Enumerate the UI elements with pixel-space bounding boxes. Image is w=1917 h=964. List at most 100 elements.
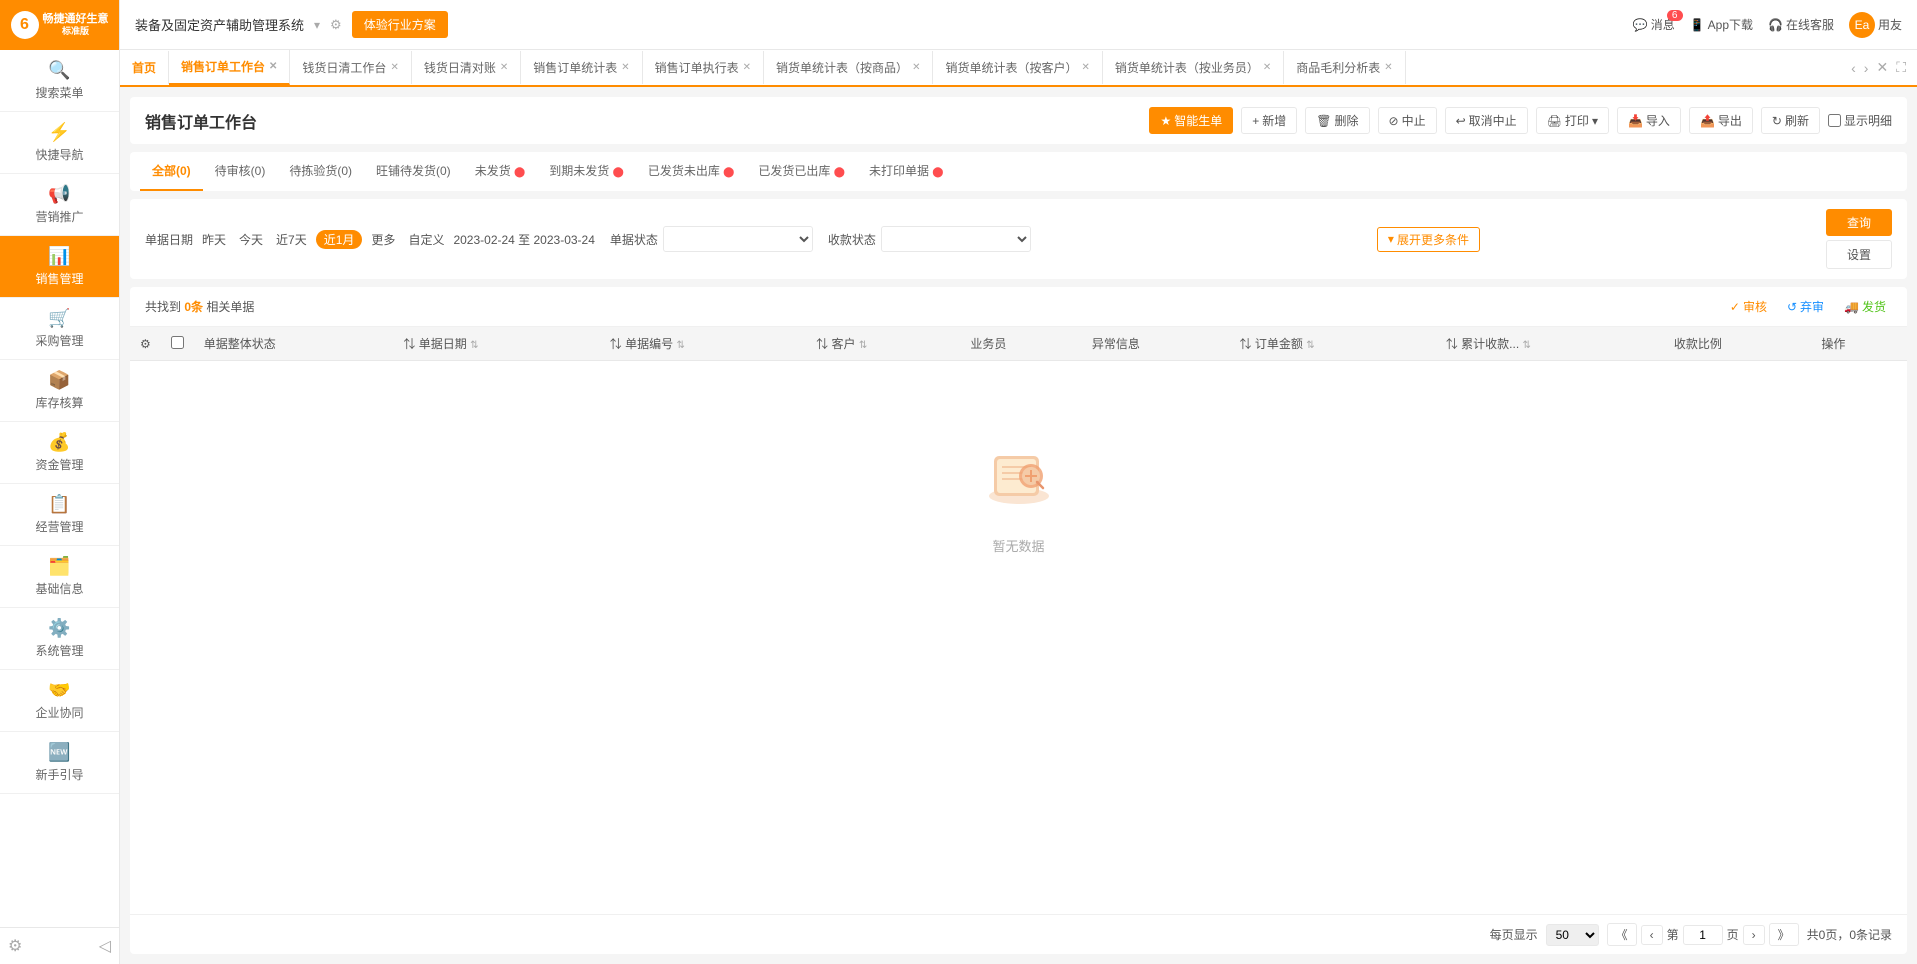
7days-shortcut[interactable]: 近7天 [272,229,311,250]
collapse-icon[interactable]: ◁ [99,936,111,956]
tab-sales-stats[interactable]: 销售订单统计表 ✕ [521,51,642,84]
tab-fullscreen-btn[interactable]: ⛶ [1893,56,1909,79]
th-number[interactable]: ⇅ 单据编号 [600,327,806,361]
today-shortcut[interactable]: 今天 [235,229,267,250]
close-tab-icon[interactable]: ✕ [912,62,920,73]
close-tab-icon[interactable]: ✕ [1081,62,1089,73]
print-btn[interactable]: 🖨 打印 ▾ [1536,107,1609,134]
query-btn[interactable]: 查询 [1826,209,1892,236]
tab-home[interactable]: 首页 [120,51,169,84]
close-tab-icon[interactable]: ✕ [1384,62,1392,73]
stop-btn[interactable]: ⊘ 中止 [1378,107,1437,134]
close-tab-icon[interactable]: ✕ [743,62,751,73]
review-btn[interactable]: ✓ 审核 [1724,295,1773,318]
sub-tab-shipped-not-out[interactable]: 已发货未出库 ⬤ [636,152,747,191]
sidebar-item-finance[interactable]: 💰 资金管理 [0,422,119,484]
th-accumulated[interactable]: ⇅ 累计收款... [1436,327,1664,361]
per-page-select[interactable]: 50 10 20 100 [1546,924,1599,946]
page-last-btn[interactable]: 》 [1769,923,1799,946]
tab-margin-analysis[interactable]: 商品毛利分析表 ✕ [1284,51,1405,84]
unreview-btn[interactable]: ↺ 弃审 [1781,295,1830,318]
tab-sales-summary-product[interactable]: 销货单统计表（按商品） ✕ [764,51,933,84]
sidebar-item-basic[interactable]: 🗂️ 基础信息 [0,546,119,608]
page-number-input[interactable] [1683,925,1723,945]
sidebar-item-guide[interactable]: 🆕 新手引导 [0,732,119,794]
print-dropdown-icon[interactable]: ▾ [1592,114,1598,128]
sidebar-item-collab[interactable]: 🤝 企业协同 [0,670,119,732]
sub-tab-not-shipped[interactable]: 未发货 ⬤ [463,152,538,191]
sidebar-item-marketing[interactable]: 📢 营销推广 [0,174,119,236]
close-tab-icon[interactable]: ✕ [1263,62,1271,73]
sidebar-item-system[interactable]: ⚙️ 系统管理 [0,608,119,670]
set-btn[interactable]: 设置 [1826,240,1892,269]
chart-icon: 📊 [48,246,70,267]
close-tab-icon[interactable]: ✕ [269,61,277,72]
refresh-btn[interactable]: ↻ 刷新 [1761,107,1820,134]
show-detail-checkbox[interactable]: 显示明细 [1828,112,1892,129]
close-tab-icon[interactable]: ✕ [621,62,629,73]
sidebar-item-search[interactable]: 🔍 搜索菜单 [0,50,119,112]
delete-btn[interactable]: 🗑 删除 [1305,107,1369,134]
tab-cash-daily[interactable]: 钱货日清工作台 ✕ [290,51,411,84]
sub-tab-all[interactable]: 全部(0) [140,152,203,191]
th-amount[interactable]: ⇅ 订单金额 [1229,327,1435,361]
tab-sales-summary-staff[interactable]: 销货单统计表（按业务员） ✕ [1103,51,1284,84]
trial-btn[interactable]: 体验行业方案 [352,11,448,38]
import-btn[interactable]: 📥 导入 [1617,107,1681,134]
cancel-stop-btn[interactable]: ↩ 取消中止 [1445,107,1528,134]
sub-tab-wangpu[interactable]: 旺铺待发货(0) [364,152,463,191]
export-btn[interactable]: 📤 导出 [1689,107,1753,134]
topbar-gear-icon[interactable]: ⚙ [330,17,342,33]
dropdown-arrow-icon[interactable]: ▾ [314,18,320,32]
status-filter-select[interactable] [663,226,813,252]
sidebar-item-label: 新手引导 [35,766,83,783]
detail-checkbox-input[interactable] [1828,114,1841,127]
sidebar-item-operations[interactable]: 📋 经营管理 [0,484,119,546]
sidebar-item-sales[interactable]: 📊 销售管理 [0,236,119,298]
ship-btn[interactable]: 🚚 发货 [1838,295,1892,318]
page-end-label: 页 [1727,926,1739,943]
page-next-btn[interactable]: › [1743,925,1765,945]
payment-filter-select[interactable] [881,226,1031,252]
page-prev-btn[interactable]: ‹ [1641,925,1663,945]
tab-sales-summary-customer[interactable]: 销货单统计表（按客户） ✕ [933,51,1102,84]
close-tab-icon[interactable]: ✕ [390,62,398,73]
tab-scroll-right-btn[interactable]: › [1861,57,1872,79]
more-shortcut[interactable]: 更多 [367,229,399,250]
col-settings[interactable]: ⚙ [130,327,161,361]
app-download-btn[interactable]: 📱 App下载 [1690,16,1753,33]
alert-badge: ⬤ [613,167,624,178]
sort-icon: ⇅ [1239,337,1251,351]
custom-shortcut[interactable]: 自定义 [404,229,448,250]
tab-sales-exec[interactable]: 销售订单执行表 ✕ [643,51,764,84]
page-first-btn[interactable]: 《 [1607,923,1637,946]
tab-scroll-left-btn[interactable]: ‹ [1848,57,1859,79]
th-date[interactable]: ⇅ 单据日期 [393,327,599,361]
tab-sales-workbench[interactable]: 销售订单工作台 ✕ [169,50,290,85]
user-profile-btn[interactable]: Ea 用友 [1849,12,1902,38]
sub-tab-pending-review[interactable]: 待审核(0) [203,152,278,191]
sidebar-item-purchase[interactable]: 🛒 采购管理 [0,298,119,360]
sub-tab-overdue[interactable]: 到期未发货 ⬤ [537,152,636,191]
yesterday-shortcut[interactable]: 昨天 [198,229,230,250]
sidebar-item-inventory[interactable]: 📦 库存核算 [0,360,119,422]
add-btn[interactable]: + 新增 [1241,107,1297,134]
table-toolbar-right: ✓ 审核 ↺ 弃审 🚚 发货 [1724,295,1892,318]
tab-close-all-btn[interactable]: ✕ [1873,56,1891,79]
settings-icon[interactable]: ⚙ [8,936,22,956]
expand-filter-btn[interactable]: ▾ 展开更多条件 [1377,227,1480,252]
messages-btn[interactable]: 💬 消息 6 [1633,16,1675,33]
tab-cash-reconcile[interactable]: 钱货日清对账 ✕ [412,51,521,84]
close-tab-icon[interactable]: ✕ [500,62,508,73]
1month-shortcut[interactable]: 近1月 [316,230,363,249]
col-checkbox[interactable] [161,327,194,361]
sub-tab-shipped-out[interactable]: 已发货已出库 ⬤ [746,152,857,191]
table-scroll[interactable]: ⚙ 单据整体状态 ⇅ 单据日期 [130,327,1907,914]
select-all-checkbox[interactable] [171,336,184,349]
smart-gen-btn[interactable]: ★ 智能生单 [1149,107,1233,134]
th-customer[interactable]: ⇅ 客户 [806,327,960,361]
sub-tab-pending-inspect[interactable]: 待拣验货(0) [277,152,364,191]
sidebar-item-quick[interactable]: ⚡ 快捷导航 [0,112,119,174]
online-service-btn[interactable]: 🎧 在线客服 [1768,16,1834,33]
sub-tab-not-printed[interactable]: 未打印单据 ⬤ [857,152,956,191]
